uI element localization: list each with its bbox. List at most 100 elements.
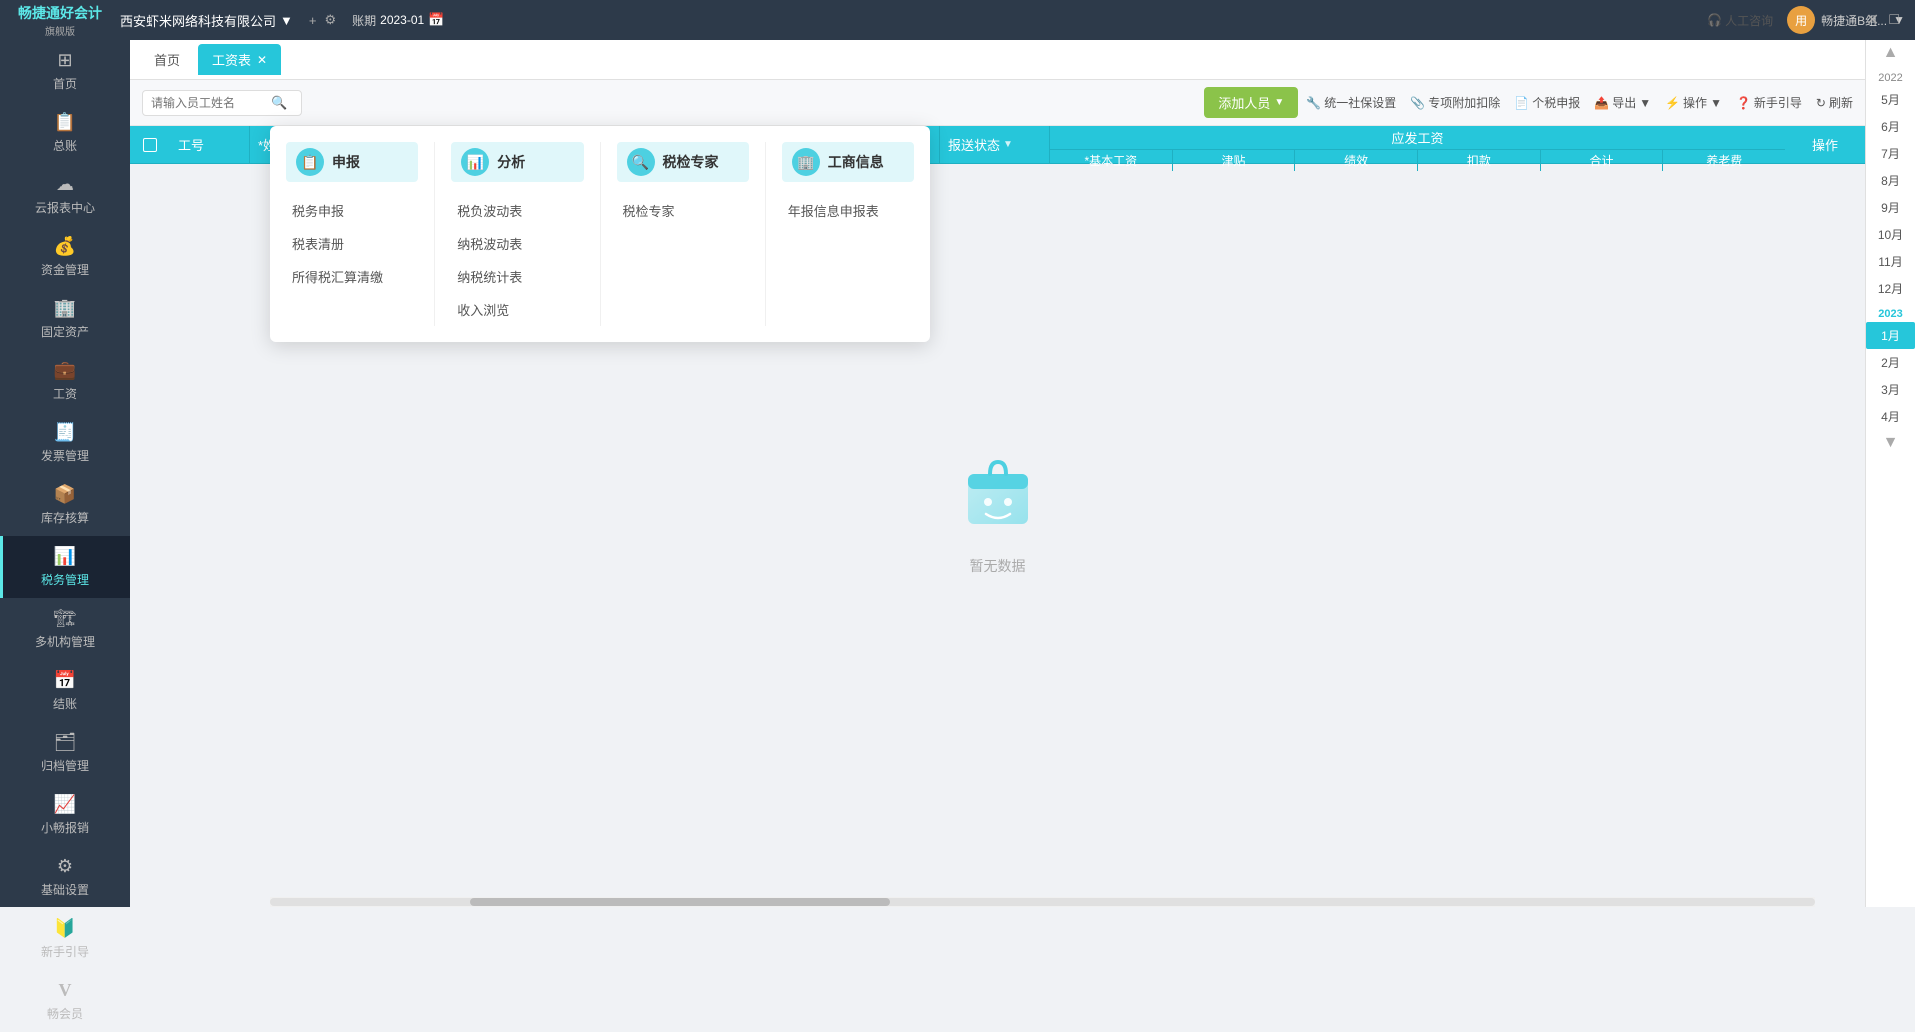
tax-expert-title-label: 税检专家: [663, 152, 719, 172]
settings-icon[interactable]: ⚙: [324, 12, 336, 28]
date-month-7[interactable]: 7月: [1866, 140, 1915, 167]
date-month-12[interactable]: 12月: [1866, 275, 1915, 302]
sidebar-item-fixed-assets[interactable]: 🏢 固定资产: [0, 288, 130, 350]
company-name: 西安虾米网络科技有限公司: [120, 11, 276, 30]
sidebar-label-report: 小畅报销: [41, 819, 89, 836]
date-month-2[interactable]: 2月: [1866, 349, 1915, 376]
analysis-icon: 📊: [461, 148, 489, 176]
report-icon: 📈: [54, 794, 76, 815]
app-title: 畅捷通好会计: [18, 3, 102, 23]
date-nav-down[interactable]: ▼: [1866, 430, 1915, 456]
sidebar-label-inventory: 库存核算: [41, 509, 89, 526]
sidebar-item-tax[interactable]: 📊 税务管理: [0, 536, 130, 598]
date-month-3[interactable]: 3月: [1866, 376, 1915, 403]
sidebar-label-member: 畅会员: [47, 1005, 83, 1022]
period-value: 2023-01: [380, 13, 424, 27]
fund-icon: 💰: [54, 236, 76, 257]
window-controls: ✕ □: [1866, 0, 1915, 40]
tax-check-item[interactable]: 税检专家: [617, 194, 749, 227]
sidebar-label-close: 结账: [53, 695, 77, 712]
tax-clearance-item[interactable]: 税表清册: [286, 227, 418, 260]
sidebar-item-salary[interactable]: 💼 工资: [0, 350, 130, 412]
income-settlement-item[interactable]: 所得税汇算清缴: [286, 260, 418, 293]
date-month-4[interactable]: 4月: [1866, 403, 1915, 430]
biz-info-icon: 🏢: [792, 148, 820, 176]
company-selector[interactable]: 西安虾米网络科技有限公司 ▼: [120, 11, 293, 30]
calendar-icon[interactable]: 📅: [428, 12, 444, 28]
sidebar-item-guide[interactable]: 🔰 新手引导: [0, 908, 130, 970]
dropdown-section-biz-info: 🏢 工商信息 年报信息申报表: [766, 142, 914, 326]
app-logo: 畅捷通好会计 旗舰版: [10, 3, 110, 38]
close-icon[interactable]: ✕: [1866, 10, 1879, 30]
sidebar-label-ledger: 总账: [53, 137, 77, 154]
home-icon: ⊞: [57, 50, 72, 71]
tax-stats-item[interactable]: 纳税统计表: [451, 260, 583, 293]
invoice-icon: 🧾: [54, 422, 76, 443]
sidebar-item-inventory[interactable]: 📦 库存核算: [0, 474, 130, 536]
guide-icon: 🔰: [54, 918, 76, 939]
dropdown-section-analysis: 📊 分析 税负波动表 纳税波动表 纳税统计表 收入浏览: [435, 142, 600, 326]
tax-burden-item[interactable]: 税负波动表: [451, 194, 583, 227]
date-month-10[interactable]: 10月: [1866, 221, 1915, 248]
multi-org-icon: 🏗: [54, 608, 77, 629]
sidebar-item-cloud-report[interactable]: ☁ 云报表中心: [0, 164, 130, 226]
sidebar-label-guide: 新手引导: [41, 943, 89, 960]
customer-service-label: 人工咨询: [1725, 12, 1773, 29]
date-month-11[interactable]: 11月: [1866, 248, 1915, 275]
dropdown-section-shenbo-title: 📋 申报: [286, 142, 418, 182]
sidebar-label-settings: 基础设置: [41, 881, 89, 898]
tax-expert-icon: 🔍: [627, 148, 655, 176]
sidebar-label-invoice: 发票管理: [41, 447, 89, 464]
date-panel: ▲ 2022 5月 6月 7月 8月 9月 10月 11月 12月 2023 1…: [1865, 40, 1915, 907]
avatar: 用: [1787, 6, 1815, 34]
app-subtitle: 旗舰版: [45, 23, 75, 38]
sidebar-item-settings[interactable]: ⚙ 基础设置: [0, 846, 130, 908]
date-month-9[interactable]: 9月: [1866, 194, 1915, 221]
sidebar-item-report[interactable]: 📈 小畅报销: [0, 784, 130, 846]
date-year-prev: 2022: [1878, 66, 1902, 86]
sidebar-item-fund[interactable]: 💰 资金管理: [0, 226, 130, 288]
ledger-icon: 📋: [54, 112, 76, 133]
assets-icon: 🏢: [54, 298, 76, 319]
tax-report-item[interactable]: 税务申报: [286, 194, 418, 227]
sidebar-item-close[interactable]: 📅 结账: [0, 660, 130, 722]
sidebar-label-home: 首页: [53, 75, 77, 92]
dropdown-section-analysis-title: 📊 分析: [451, 142, 583, 182]
content-area: 首页 工资表 ✕ 🔍 添加人员 ▼ 🔧 统一社保设置: [130, 40, 1865, 907]
sidebar-label-archive: 归档管理: [41, 757, 89, 774]
tax-payment-item[interactable]: 纳税波动表: [451, 227, 583, 260]
annual-report-item[interactable]: 年报信息申报表: [782, 194, 914, 227]
customer-service-btn[interactable]: 🎧 人工咨询: [1707, 12, 1773, 29]
headset-icon: 🎧: [1707, 13, 1722, 27]
sidebar-label-tax: 税务管理: [41, 571, 89, 588]
date-month-8[interactable]: 8月: [1866, 167, 1915, 194]
sidebar-item-multi-org[interactable]: 🏗 多机构管理: [0, 598, 130, 660]
maximize-icon[interactable]: □: [1889, 11, 1899, 29]
date-month-1[interactable]: 1月: [1866, 322, 1915, 349]
sidebar-label-assets: 固定资产: [41, 323, 89, 340]
settings-nav-icon: ⚙: [57, 856, 73, 877]
sidebar-item-ledger[interactable]: 📋 总账: [0, 102, 130, 164]
sidebar-item-archive[interactable]: 🗂 归档管理: [0, 722, 130, 784]
sidebar-label-salary: 工资: [53, 385, 77, 402]
salary-icon: 💼: [54, 360, 76, 381]
inventory-icon: 📦: [54, 484, 76, 505]
shenbo-icon: 📋: [296, 148, 324, 176]
top-bar: 畅捷通好会计 旗舰版 西安虾米网络科技有限公司 ▼ + ⚙ 账期 2023-01…: [0, 0, 1915, 40]
date-month-6[interactable]: 6月: [1866, 113, 1915, 140]
dropdown-section-biz-info-title: 🏢 工商信息: [782, 142, 914, 182]
chevron-down-icon: ▼: [280, 13, 293, 28]
close-period-icon: 📅: [54, 670, 76, 691]
add-company-icon[interactable]: +: [309, 13, 317, 28]
main-layout: ⊞ 首页 📋 总账 ☁ 云报表中心 💰 资金管理 🏢 固定资产 💼 工资 🧾 发…: [0, 40, 1915, 907]
sidebar-item-invoice[interactable]: 🧾 发票管理: [0, 412, 130, 474]
dropdown-section-tax-expert: 🔍 税检专家 税检专家: [601, 142, 766, 326]
date-month-5[interactable]: 5月: [1866, 86, 1915, 113]
income-browse-item[interactable]: 收入浏览: [451, 293, 583, 326]
sidebar-item-home[interactable]: ⊞ 首页: [0, 40, 130, 102]
analysis-title-label: 分析: [497, 152, 525, 172]
date-nav-up[interactable]: ▲: [1866, 40, 1915, 66]
member-icon: V: [59, 980, 72, 1001]
shenbo-title-label: 申报: [332, 152, 360, 172]
sidebar-item-member[interactable]: V 畅会员: [0, 970, 130, 1032]
